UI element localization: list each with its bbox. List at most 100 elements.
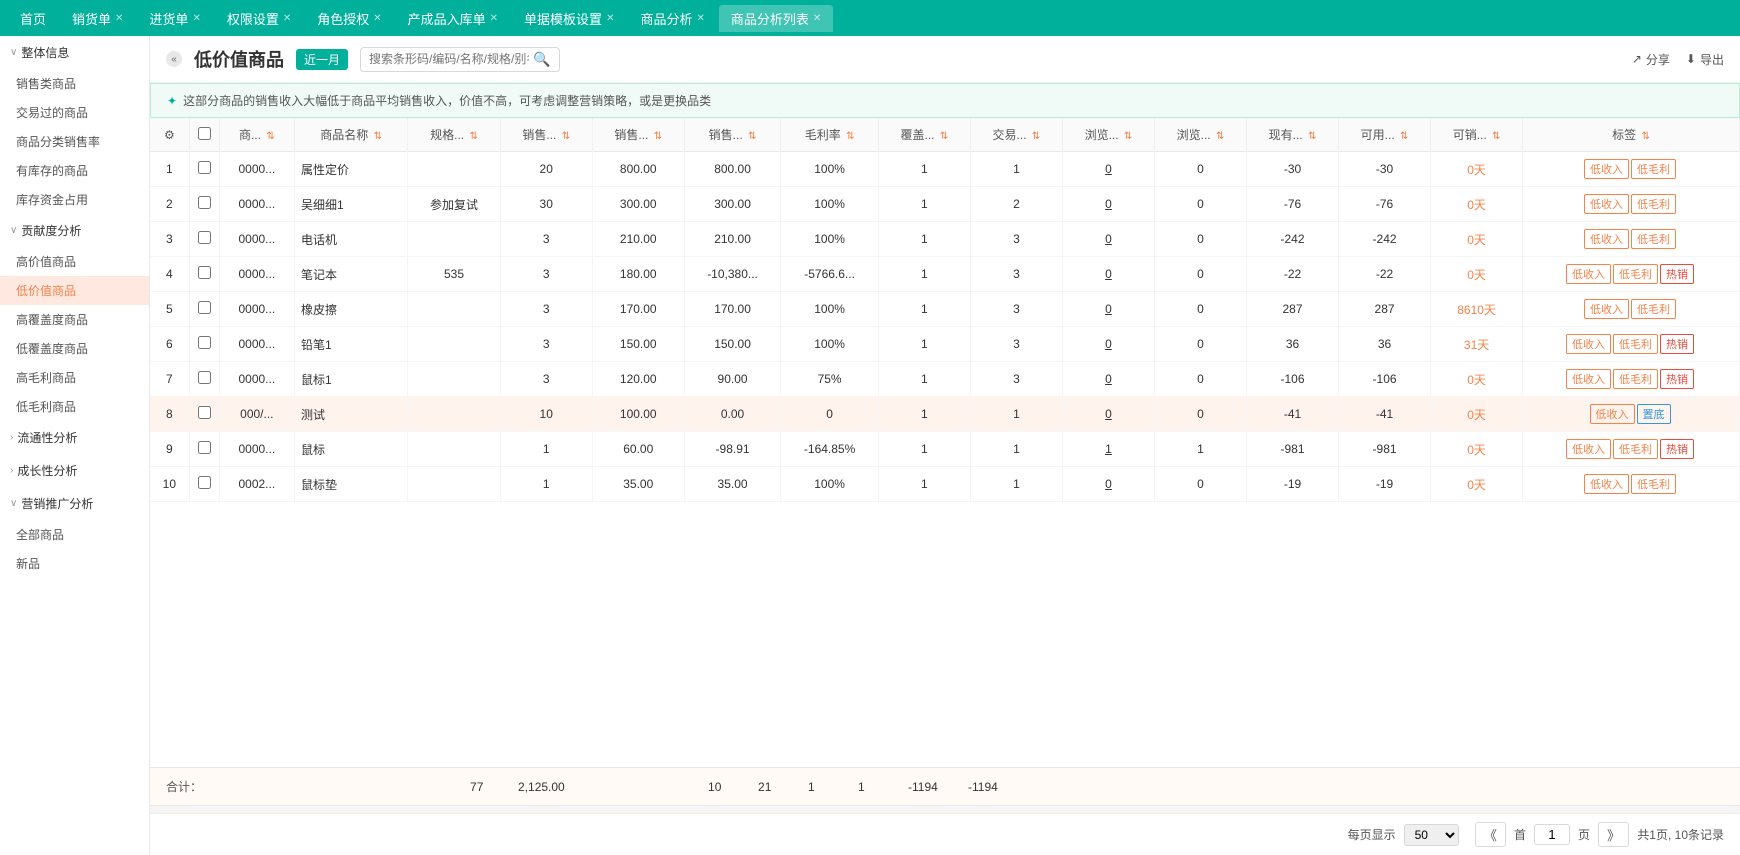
close-product-list-icon[interactable]: ✕ (813, 13, 821, 24)
time-badge[interactable]: 近一月 (296, 49, 348, 70)
nav-permission[interactable]: 权限设置 ✕ (215, 5, 303, 32)
cell-browse1[interactable]: 0 (1062, 362, 1154, 397)
row-checkbox[interactable] (198, 161, 211, 174)
page-number-input[interactable] (1534, 824, 1570, 845)
sidebar-item-capital[interactable]: 库存资金占用 (0, 185, 149, 214)
cell-available: -19 (1339, 467, 1431, 502)
nav-production[interactable]: 产成品入库单 ✕ (396, 5, 510, 32)
row-checkbox[interactable] (198, 441, 211, 454)
close-product-analysis-icon[interactable]: ✕ (696, 13, 704, 24)
search-input[interactable] (369, 52, 529, 66)
col-tags[interactable]: 标签 ⇅ (1523, 118, 1740, 152)
cell-coverage: 1 (878, 467, 970, 502)
cell-browse1[interactable]: 1 (1062, 432, 1154, 467)
col-settings[interactable]: ⚙ (150, 118, 189, 152)
close-template-icon[interactable]: ✕ (606, 13, 614, 24)
nav-home[interactable]: 首页 (8, 5, 58, 32)
sidebar-item-high-coverage[interactable]: 高覆盖度商品 (0, 305, 149, 334)
nav-purchase[interactable]: 进货单 ✕ (137, 5, 212, 32)
sidebar-item-sales-products[interactable]: 销售类商品 (0, 69, 149, 98)
row-checkbox[interactable] (198, 336, 211, 349)
table-row: 1 0000... 属性定价 20 800.00 800.00 100% 1 1… (150, 152, 1740, 187)
sidebar-item-high-profit[interactable]: 高毛利商品 (0, 363, 149, 392)
col-browse1[interactable]: 浏览... ⇅ (1062, 118, 1154, 152)
sidebar-section-growth[interactable]: › 成长性分析 (0, 454, 149, 487)
sidebar-section-marketing[interactable]: ∨ 营销推广分析 (0, 487, 149, 520)
row-checkbox[interactable] (198, 266, 211, 279)
export-button[interactable]: ⬇ 导出 (1686, 51, 1724, 68)
col-coverage[interactable]: 覆盖... ⇅ (878, 118, 970, 152)
col-available[interactable]: 可用... ⇅ (1339, 118, 1431, 152)
cell-sale-amount: 300.00 (592, 187, 684, 222)
row-checkbox[interactable] (198, 301, 211, 314)
col-sale-amount[interactable]: 销售... ⇅ (592, 118, 684, 152)
sidebar-item-stock-products[interactable]: 有库存的商品 (0, 156, 149, 185)
close-production-icon[interactable]: ✕ (490, 13, 498, 24)
row-checkbox[interactable] (198, 231, 211, 244)
cell-gross-rate: -164.85% (781, 432, 879, 467)
nav-sales[interactable]: 销货单 ✕ (60, 5, 135, 32)
sidebar-item-traded[interactable]: 交易过的商品 (0, 98, 149, 127)
cell-browse1[interactable]: 0 (1062, 397, 1154, 432)
cell-sale-profit: -98.91 (684, 432, 781, 467)
cell-browse1[interactable]: 0 (1062, 187, 1154, 222)
row-checkbox[interactable] (198, 371, 211, 384)
cell-current: 36 (1247, 327, 1339, 362)
sidebar-item-low-profit[interactable]: 低毛利商品 (0, 392, 149, 421)
cell-checkbox (189, 467, 219, 502)
col-current[interactable]: 现有... ⇅ (1247, 118, 1339, 152)
nav-product-analysis[interactable]: 商品分析 ✕ (628, 5, 716, 32)
table-row: 6 0000... 铅笔1 3 150.00 150.00 100% 1 3 0… (150, 327, 1740, 362)
sidebar-item-category-rate[interactable]: 商品分类销售率 (0, 127, 149, 156)
sidebar-item-new-products[interactable]: 新品 (0, 549, 149, 578)
sidebar-item-all-products[interactable]: 全部商品 (0, 520, 149, 549)
close-permission-icon[interactable]: ✕ (283, 13, 291, 24)
first-page-button[interactable]: 《 (1475, 822, 1506, 847)
cell-transaction: 3 (970, 292, 1062, 327)
share-button[interactable]: ↗ 分享 (1632, 51, 1670, 68)
col-code[interactable]: 商... ⇅ (219, 118, 294, 152)
sidebar-item-low-value[interactable]: 低价值商品 (0, 276, 149, 305)
cell-browse1[interactable]: 0 (1062, 327, 1154, 362)
select-all-checkbox[interactable] (198, 127, 211, 140)
close-sales-icon[interactable]: ✕ (115, 13, 123, 24)
col-gross-rate[interactable]: 毛利率 ⇅ (781, 118, 879, 152)
cell-browse2: 0 (1154, 257, 1246, 292)
nav-role[interactable]: 角色授权 ✕ (305, 5, 393, 32)
col-name[interactable]: 商品名称 ⇅ (295, 118, 408, 152)
close-purchase-icon[interactable]: ✕ (192, 13, 200, 24)
col-saleable[interactable]: 可销... ⇅ (1431, 118, 1523, 152)
col-sale-profit[interactable]: 销售... ⇅ (684, 118, 781, 152)
row-checkbox[interactable] (198, 196, 211, 209)
next-page-button[interactable]: 》 (1598, 822, 1629, 847)
nav-template[interactable]: 单据模板设置 ✕ (512, 5, 626, 32)
cell-browse1[interactable]: 0 (1062, 257, 1154, 292)
cell-browse1[interactable]: 0 (1062, 467, 1154, 502)
cell-browse1[interactable]: 0 (1062, 222, 1154, 257)
sidebar-item-high-value[interactable]: 高价值商品 (0, 247, 149, 276)
sidebar-section-contribution[interactable]: ∨ 贡献度分析 (0, 214, 149, 247)
search-icon[interactable]: 🔍 (533, 51, 550, 68)
cell-current: 287 (1247, 292, 1339, 327)
cell-tags: 低收入低毛利 (1523, 222, 1740, 257)
row-checkbox[interactable] (198, 476, 211, 489)
sidebar-section-overall[interactable]: ∨ 整体信息 (0, 36, 149, 69)
col-spec[interactable]: 规格... ⇅ (408, 118, 500, 152)
cell-coverage: 1 (878, 292, 970, 327)
per-page-select[interactable]: 50 100 200 (1404, 824, 1459, 846)
col-sale-qty[interactable]: 销售... ⇅ (500, 118, 592, 152)
horizontal-scrollbar[interactable] (150, 805, 1740, 813)
col-transaction[interactable]: 交易... ⇅ (970, 118, 1062, 152)
table-header-row: ⚙ 商... ⇅ 商品名称 ⇅ 规格... ⇅ 销售... ⇅ 销售... ⇅ … (150, 118, 1740, 152)
row-checkbox[interactable] (198, 406, 211, 419)
close-role-icon[interactable]: ✕ (373, 13, 381, 24)
col-browse2[interactable]: 浏览... ⇅ (1154, 118, 1246, 152)
nav-product-list[interactable]: 商品分析列表 ✕ (719, 5, 833, 32)
sidebar-collapse-button[interactable]: « (166, 51, 182, 67)
sidebar-item-low-coverage[interactable]: 低覆盖度商品 (0, 334, 149, 363)
total-coverage: 10 (708, 780, 758, 794)
sidebar-section-flow[interactable]: › 流通性分析 (0, 421, 149, 454)
cell-browse1[interactable]: 0 (1062, 152, 1154, 187)
tag-label: 置底 (1637, 404, 1671, 424)
cell-browse1[interactable]: 0 (1062, 292, 1154, 327)
